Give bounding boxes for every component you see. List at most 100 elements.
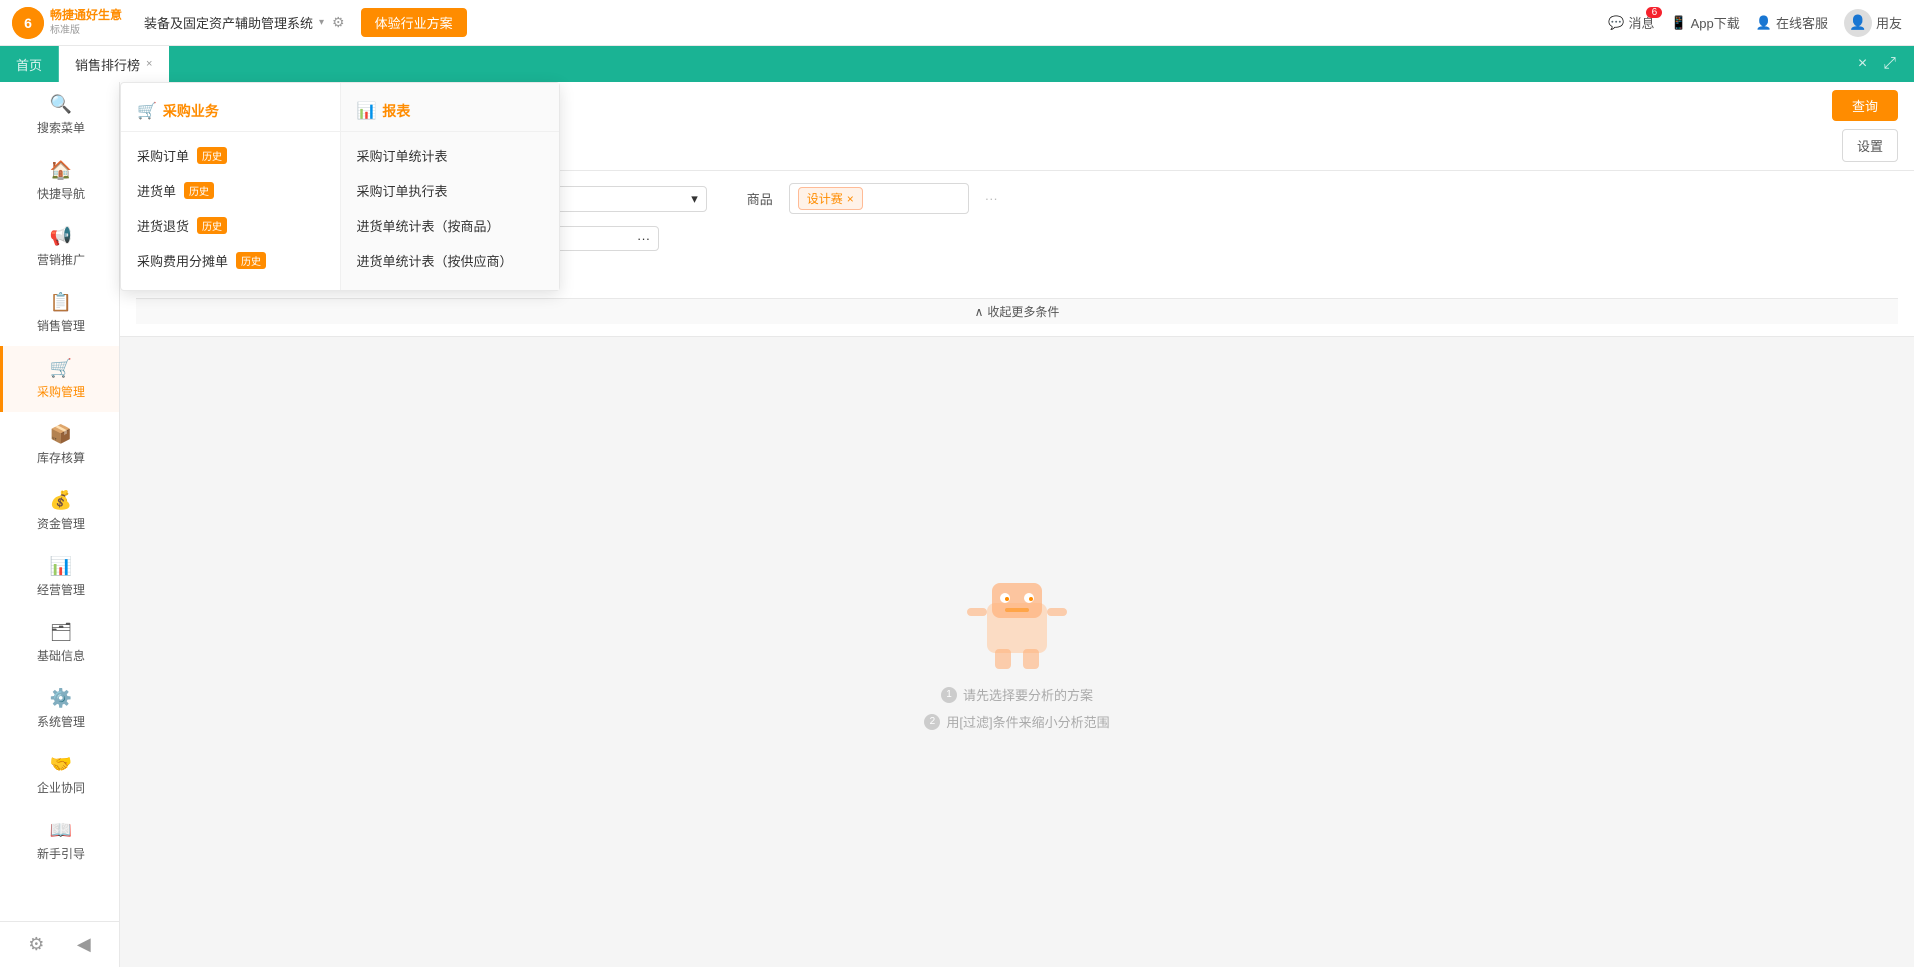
sidebar-item-search-label: 搜索菜单	[37, 119, 85, 136]
dropdown-purchase-expense[interactable]: 采购费用分摊单 历史	[121, 243, 340, 278]
purchase-dropdown: 🛒 采购业务 采购订单 历史 进货单 历史 进货退货 历史 采购费用分摊单 历史…	[120, 82, 560, 291]
sidebar-item-quick-nav[interactable]: 🏠 快捷导航	[0, 148, 119, 214]
message-icon: 💬	[1608, 15, 1624, 31]
tab-close-all-btn[interactable]: ×	[1852, 53, 1873, 75]
tab-sales-rank-close[interactable]: ×	[146, 58, 152, 70]
sidebar-item-operations[interactable]: 📊 经营管理	[0, 544, 119, 610]
collapse-btn[interactable]: ∧ 收起更多条件	[136, 298, 1898, 324]
goods-tag: 设计赛 ×	[798, 187, 863, 210]
system-icon: ⚙️	[50, 688, 72, 709]
salesperson-arrow-icon: ···	[637, 231, 650, 246]
sidebar-settings-btn[interactable]: ⚙	[28, 934, 44, 955]
svg-text:6: 6	[24, 15, 32, 31]
sidebar-item-operations-label: 经营管理	[37, 581, 85, 598]
dropdown-goods-return[interactable]: 进货退货 历史	[121, 208, 340, 243]
online-service-label: 在线客服	[1776, 13, 1828, 32]
logo-sub: 标准版	[50, 24, 122, 37]
sidebar-item-search[interactable]: 🔍 搜索菜单	[0, 82, 119, 148]
dropdown-purchase-order-stats[interactable]: 采购订单统计表	[341, 138, 560, 173]
industry-btn[interactable]: 体验行业方案	[361, 8, 467, 37]
online-service-btn[interactable]: 👤 在线客服	[1756, 13, 1828, 32]
collapse-label: 收起更多条件	[987, 303, 1059, 320]
sidebar-item-sales-label: 销售管理	[37, 317, 85, 334]
empty-state: 1 请先选择要分析的方案 2 用[过滤]条件来缩小分析范围	[120, 337, 1914, 967]
sidebar-item-capital-label: 资金管理	[37, 515, 85, 532]
tab-sales-rank[interactable]: 销售排行榜 ×	[59, 46, 169, 82]
purchase-order-exec-label: 采购订单执行表	[357, 181, 448, 200]
purchase-col-title: 🛒 采购业务	[121, 95, 340, 132]
goods-return-label: 进货退货	[137, 216, 189, 235]
purchase-order-stats-label: 采购订单统计表	[357, 146, 448, 165]
tab-sales-rank-label: 销售排行榜	[75, 55, 140, 74]
sidebar-item-inventory[interactable]: 📦 库存核算	[0, 412, 119, 478]
sales-icon: 📋	[50, 292, 72, 313]
message-badge: 6	[1646, 7, 1662, 18]
search-icon: 🔍	[50, 94, 72, 115]
sidebar-item-basic-info-label: 基础信息	[37, 647, 85, 664]
user-label: 用友	[1876, 13, 1902, 32]
capital-icon: 💰	[50, 490, 72, 511]
operations-icon: 📊	[50, 556, 72, 577]
dropdown-purchase-order-exec[interactable]: 采购订单执行表	[341, 173, 560, 208]
system-title-area: 装备及固定资产辅助管理系统 ▾ ⚙	[144, 13, 345, 32]
sidebar-item-capital[interactable]: 💰 资金管理	[0, 478, 119, 544]
sidebar-collapse-btn[interactable]: ◀	[77, 934, 91, 955]
system-title-arrow-icon[interactable]: ▾	[319, 17, 324, 28]
query-btn[interactable]: 查询	[1832, 90, 1898, 121]
settings-btn[interactable]: 设置	[1842, 129, 1898, 162]
service-icon: 👤	[1756, 15, 1772, 31]
sidebar-item-enterprise[interactable]: 🤝 企业协同	[0, 742, 119, 808]
goods-return-history-badge: 历史	[197, 217, 227, 234]
dropdown-purchase-order[interactable]: 采购订单 历史	[121, 138, 340, 173]
phone-icon: 📱	[1670, 15, 1686, 31]
doc-status-arrow-icon: ▾	[691, 191, 698, 207]
sidebar-item-system[interactable]: ⚙️ 系统管理	[0, 676, 119, 742]
sidebar-item-marketing-label: 营销推广	[37, 251, 85, 268]
empty-svg	[957, 573, 1077, 673]
basic-info-icon: 🗂	[50, 622, 73, 643]
sidebar-item-sales[interactable]: 📋 销售管理	[0, 280, 119, 346]
empty-hint2-row: 2 用[过滤]条件来缩小分析范围	[924, 712, 1109, 731]
sidebar-item-quick-nav-label: 快捷导航	[37, 185, 85, 202]
tab-bar-right: × ⤢	[1852, 53, 1914, 75]
purchase-order-history-badge: 历史	[197, 147, 227, 164]
logo-title: 畅捷通好生意	[50, 8, 122, 24]
sidebar-item-inventory-label: 库存核算	[37, 449, 85, 466]
marketing-icon: 📢	[50, 226, 72, 247]
dropdown-goods-stats-by-supplier[interactable]: 进货单统计表（按供应商）	[341, 243, 560, 278]
system-settings-icon[interactable]: ⚙	[332, 14, 345, 31]
report-col: 📊 报表 采购订单统计表 采购订单执行表 进货单统计表（按商品） 进货单统计表（…	[340, 83, 560, 290]
sidebar-item-purchase[interactable]: 🛒 采购管理	[0, 346, 119, 412]
empty-hint2: 用[过滤]条件来缩小分析范围	[946, 712, 1109, 731]
system-title: 装备及固定资产辅助管理系统	[144, 13, 313, 32]
empty-illustration	[957, 573, 1077, 673]
inventory-icon: 📦	[50, 424, 72, 445]
goods-tag-remove[interactable]: ×	[847, 192, 854, 206]
message-btn[interactable]: 💬 消息 6	[1608, 13, 1654, 32]
report-col-title: 📊 报表	[341, 95, 560, 132]
purchase-icon: 🛒	[50, 358, 72, 379]
sidebar-item-marketing[interactable]: 📢 营销推广	[0, 214, 119, 280]
user-btn[interactable]: 👤 用友	[1844, 9, 1902, 37]
collapse-icon: ∧	[975, 305, 984, 319]
purchase-expense-history-badge: 历史	[236, 252, 266, 269]
top-header: 6 畅捷通好生意 标准版 装备及固定资产辅助管理系统 ▾ ⚙ 体验行业方案 💬 …	[0, 0, 1914, 46]
sidebar-item-guide-label: 新手引导	[37, 845, 85, 862]
sidebar-item-basic-info[interactable]: 🗂 基础信息	[0, 610, 119, 676]
enterprise-icon: 🤝	[50, 754, 72, 775]
sidebar-item-guide[interactable]: 📖 新手引导	[0, 808, 119, 874]
sidebar-item-system-label: 系统管理	[37, 713, 85, 730]
goods-stats-by-supplier-label: 进货单统计表（按供应商）	[357, 251, 513, 270]
tab-home[interactable]: 首页	[0, 46, 59, 82]
dropdown-goods-stats-by-item[interactable]: 进货单统计表（按商品）	[341, 208, 560, 243]
tab-bar: 首页 销售排行榜 × × ⤢	[0, 46, 1914, 82]
goods-filter[interactable]: 设计赛 ×	[789, 183, 969, 214]
dropdown-goods-receipt[interactable]: 进货单 历史	[121, 173, 340, 208]
app-download-btn[interactable]: 📱 App下载	[1670, 13, 1739, 32]
tab-expand-btn[interactable]: ⤢	[1877, 53, 1902, 75]
goods-stats-by-item-label: 进货单统计表（按商品）	[357, 216, 500, 235]
report-col-icon: 📊	[357, 101, 377, 121]
purchase-col-icon: 🛒	[137, 101, 157, 121]
sidebar-item-purchase-label: 采购管理	[37, 383, 85, 400]
purchase-col-label: 采购业务	[163, 101, 219, 121]
